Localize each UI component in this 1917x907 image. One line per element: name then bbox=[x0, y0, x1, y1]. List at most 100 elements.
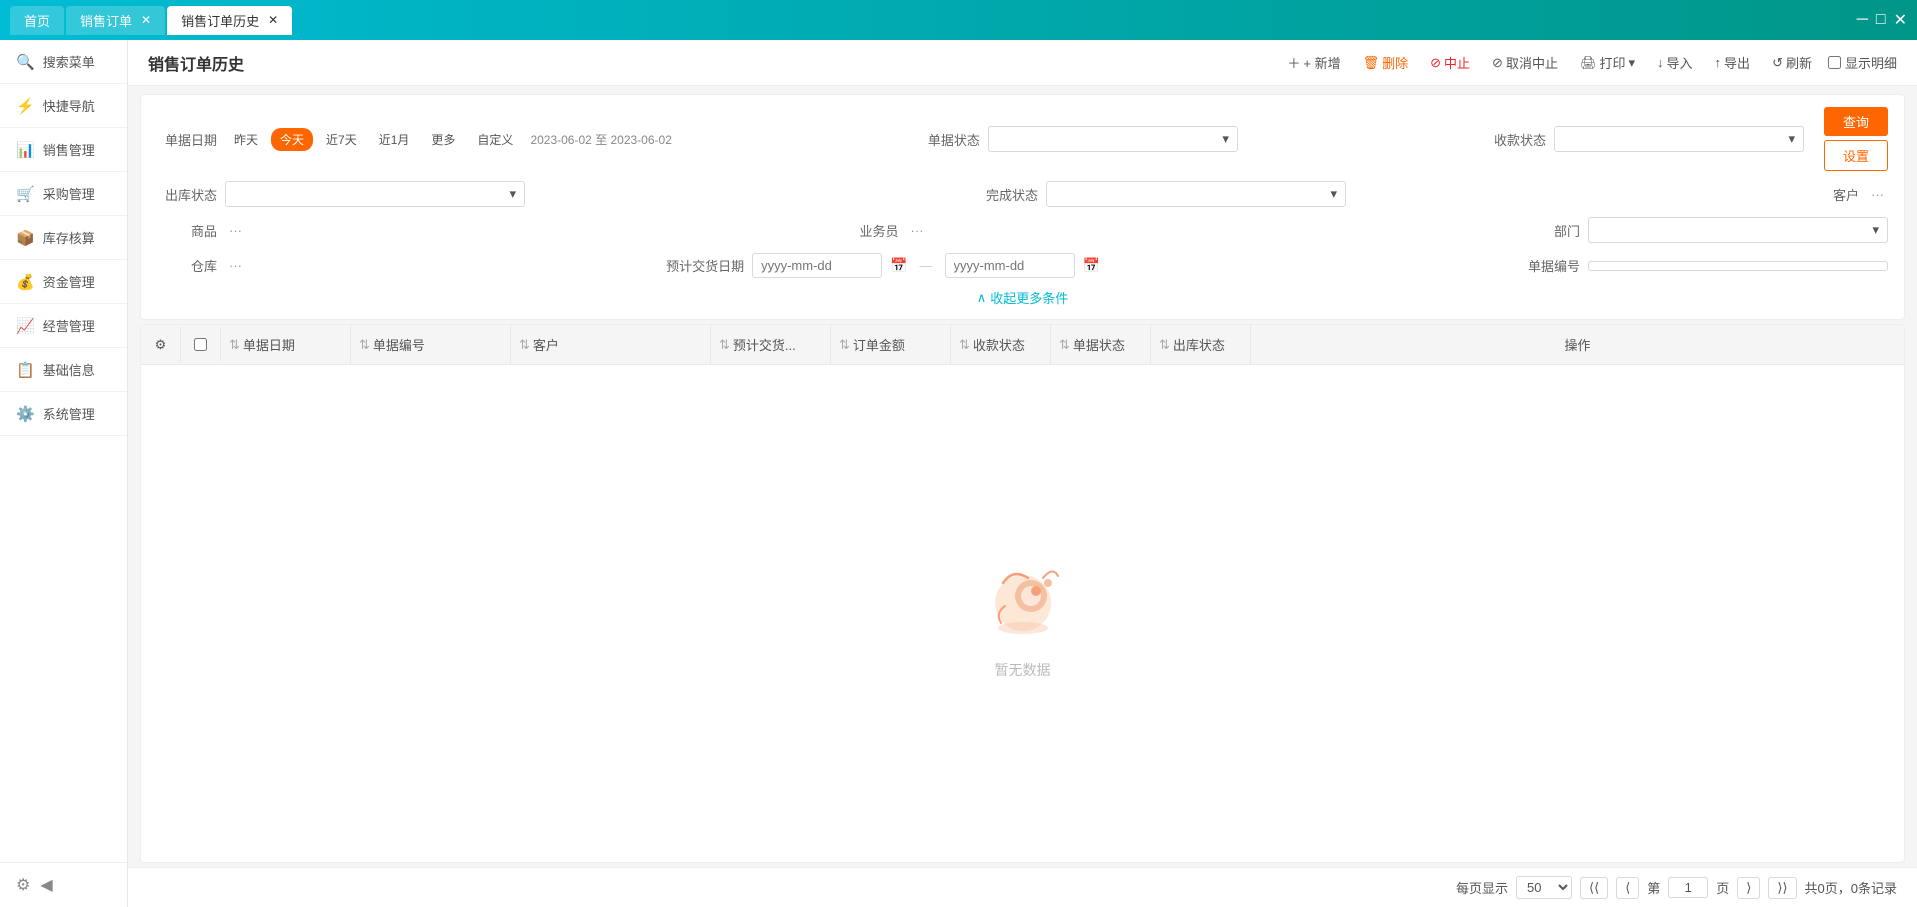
goods-picker[interactable]: ··· bbox=[229, 223, 242, 238]
delivery-calendar-start-icon[interactable]: 📅 bbox=[890, 257, 907, 274]
th-date-sort-icon[interactable]: ⇅ bbox=[229, 337, 240, 353]
salesperson-label: 业务员 bbox=[839, 221, 899, 240]
sidebar-item-basic-info[interactable]: 📋 基础信息 bbox=[0, 348, 127, 392]
date-btn-7days[interactable]: 近7天 bbox=[317, 128, 366, 151]
tab-sales-order-history[interactable]: 销售订单历史 ✕ bbox=[167, 6, 292, 35]
date-btn-more[interactable]: 更多 bbox=[422, 128, 464, 151]
search-menu-icon: 🔍 bbox=[16, 53, 35, 71]
delete-button[interactable]: 🗑 删除 bbox=[1357, 50, 1415, 75]
refresh-button[interactable]: ↺ 刷新 bbox=[1766, 50, 1818, 75]
th-status-label: 单据状态 bbox=[1073, 335, 1125, 354]
window-min-icon[interactable]: ─ bbox=[1857, 11, 1868, 29]
sidebar-item-sales-mgmt[interactable]: 📊 销售管理 bbox=[0, 128, 127, 172]
date-btn-today[interactable]: 今天 bbox=[271, 128, 313, 151]
order-status-dropdown-icon: ▾ bbox=[1222, 131, 1229, 147]
sidebar-bottom: ⚙ ◀ bbox=[0, 862, 127, 907]
filter-row-2: 出库状态 ▾ 完成状态 ▾ 客户 ··· bbox=[157, 181, 1888, 207]
stop-label: 中止 bbox=[1444, 53, 1470, 72]
purchase-mgmt-icon: 🛒 bbox=[16, 185, 35, 203]
th-receipt-label: 收款状态 bbox=[973, 335, 1025, 354]
delivery-calendar-end-icon[interactable]: 📅 bbox=[1083, 257, 1100, 274]
date-btn-1month[interactable]: 近1月 bbox=[370, 128, 419, 151]
select-all-checkbox[interactable] bbox=[194, 338, 207, 351]
th-warehouse-label: 出库状态 bbox=[1173, 335, 1225, 354]
collapse-row[interactable]: ∧ 收起更多条件 bbox=[157, 288, 1888, 307]
filter-area: 单据日期 昨天 今天 近7天 近1月 更多 自定义 2023-06-02 至 2… bbox=[140, 94, 1905, 320]
sidebar-collapse-icon[interactable]: ◀ bbox=[40, 875, 52, 895]
th-customer-label: 客户 bbox=[533, 335, 559, 354]
warehouse-picker[interactable]: ··· bbox=[229, 258, 242, 273]
sidebar-item-inventory[interactable]: 📦 库存核算 bbox=[0, 216, 127, 260]
per-page-select[interactable]: 50 10 20 100 bbox=[1516, 876, 1572, 899]
collapse-up-icon: ∧ bbox=[977, 290, 987, 306]
page-title: 销售订单历史 bbox=[148, 51, 244, 75]
th-order-sort-icon[interactable]: ⇅ bbox=[359, 337, 370, 353]
delivery-start-input[interactable] bbox=[752, 253, 882, 278]
sidebar-item-operations[interactable]: 📈 经营管理 bbox=[0, 304, 127, 348]
first-page-button[interactable]: ⟨⟨ bbox=[1580, 877, 1608, 899]
prev-page-button[interactable]: ⟨ bbox=[1616, 877, 1639, 899]
order-status-select[interactable]: ▾ bbox=[988, 126, 1238, 152]
page-label: 页 bbox=[1716, 878, 1729, 897]
page-header: 销售订单历史 ＋ + 新增 🗑 删除 ⊘ 中止 ⊘ 取消中止 bbox=[128, 40, 1917, 86]
th-amount-sort-icon[interactable]: ⇅ bbox=[839, 337, 850, 353]
th-order-status: ⇅ 单据状态 bbox=[1051, 325, 1151, 364]
tab-home[interactable]: 首页 bbox=[10, 6, 64, 35]
th-warehouse-sort-icon[interactable]: ⇅ bbox=[1159, 337, 1170, 353]
department-select[interactable]: ▾ bbox=[1588, 217, 1888, 243]
tab-sales-order-close[interactable]: ✕ bbox=[141, 13, 151, 27]
sidebar-item-quick-nav[interactable]: ⚡ 快捷导航 bbox=[0, 84, 127, 128]
sidebar-item-search-menu[interactable]: 🔍 搜索菜单 bbox=[0, 40, 127, 84]
new-button[interactable]: ＋ + 新增 bbox=[1281, 50, 1346, 75]
delivery-end-input[interactable] bbox=[945, 253, 1075, 278]
sidebar-item-system-mgmt[interactable]: ⚙️ 系统管理 bbox=[0, 392, 127, 436]
date-btn-custom[interactable]: 自定义 bbox=[468, 128, 522, 151]
customer-label: 客户 bbox=[1799, 185, 1859, 204]
th-delivery-sort-icon[interactable]: ⇅ bbox=[719, 337, 730, 353]
complete-status-label: 完成状态 bbox=[978, 185, 1038, 204]
date-quick-buttons: 昨天 今天 近7天 近1月 更多 自定义 bbox=[225, 128, 522, 151]
window-close-icon[interactable]: ✕ bbox=[1894, 10, 1907, 30]
empty-text: 暂无数据 bbox=[995, 660, 1051, 680]
show-detail-checkbox[interactable] bbox=[1828, 56, 1841, 69]
sidebar-item-purchase-mgmt[interactable]: 🛒 采购管理 bbox=[0, 172, 127, 216]
sidebar-item-inventory-label: 库存核算 bbox=[43, 228, 95, 247]
goods-label: 商品 bbox=[157, 221, 217, 240]
sidebar-item-capital-mgmt[interactable]: 💰 资金管理 bbox=[0, 260, 127, 304]
capital-mgmt-icon: 💰 bbox=[16, 273, 35, 291]
sidebar-settings-icon[interactable]: ⚙ bbox=[16, 875, 30, 895]
customer-picker[interactable]: ··· bbox=[1871, 187, 1884, 202]
tab-sales-order[interactable]: 销售订单 ✕ bbox=[66, 6, 165, 35]
last-page-button[interactable]: ⟩⟩ bbox=[1768, 877, 1796, 899]
th-status-sort-icon[interactable]: ⇅ bbox=[1059, 337, 1070, 353]
print-button[interactable]: 🖨 打印 ▾ bbox=[1574, 50, 1641, 75]
settings-button-main[interactable]: 设置 bbox=[1824, 140, 1888, 171]
salesperson-picker[interactable]: ··· bbox=[911, 223, 924, 238]
th-customer-sort-icon[interactable]: ⇅ bbox=[519, 337, 530, 353]
th-check[interactable] bbox=[181, 328, 221, 361]
receipt-status-select[interactable]: ▾ bbox=[1554, 126, 1804, 152]
sidebar-item-sales-mgmt-label: 销售管理 bbox=[43, 140, 95, 159]
stop-button[interactable]: ⊘ 中止 bbox=[1424, 50, 1476, 75]
out-status-dropdown-icon: ▾ bbox=[509, 186, 516, 202]
out-status-select[interactable]: ▾ bbox=[225, 181, 525, 207]
order-number-input[interactable] bbox=[1588, 261, 1888, 271]
page-number-input[interactable] bbox=[1668, 877, 1708, 898]
main-layout: 🔍 搜索菜单 ⚡ 快捷导航 📊 销售管理 🛒 采购管理 📦 库存核算 💰 资金管… bbox=[0, 40, 1917, 907]
order-status-label: 单据状态 bbox=[920, 130, 980, 149]
query-button-main[interactable]: 查询 bbox=[1824, 107, 1888, 136]
tabs-area: 首页 销售订单 ✕ 销售订单历史 ✕ bbox=[10, 6, 292, 35]
next-page-button[interactable]: ⟩ bbox=[1737, 877, 1760, 899]
department-dropdown-icon: ▾ bbox=[1872, 222, 1879, 238]
import-button[interactable]: ↓ 导入 bbox=[1651, 50, 1699, 75]
th-settings[interactable]: ⚙ bbox=[141, 327, 181, 363]
sidebar-item-quick-nav-label: 快捷导航 bbox=[43, 96, 95, 115]
cancel-stop-button[interactable]: ⊘ 取消中止 bbox=[1486, 50, 1564, 75]
date-btn-yesterday[interactable]: 昨天 bbox=[225, 128, 267, 151]
th-receipt-sort-icon[interactable]: ⇅ bbox=[959, 337, 970, 353]
show-detail-checkbox-area[interactable]: 显示明细 bbox=[1828, 53, 1897, 72]
export-button[interactable]: ↑ 导出 bbox=[1709, 50, 1757, 75]
tab-sales-order-history-close[interactable]: ✕ bbox=[268, 13, 278, 27]
complete-status-select[interactable]: ▾ bbox=[1046, 181, 1346, 207]
window-max-icon[interactable]: □ bbox=[1876, 11, 1886, 29]
